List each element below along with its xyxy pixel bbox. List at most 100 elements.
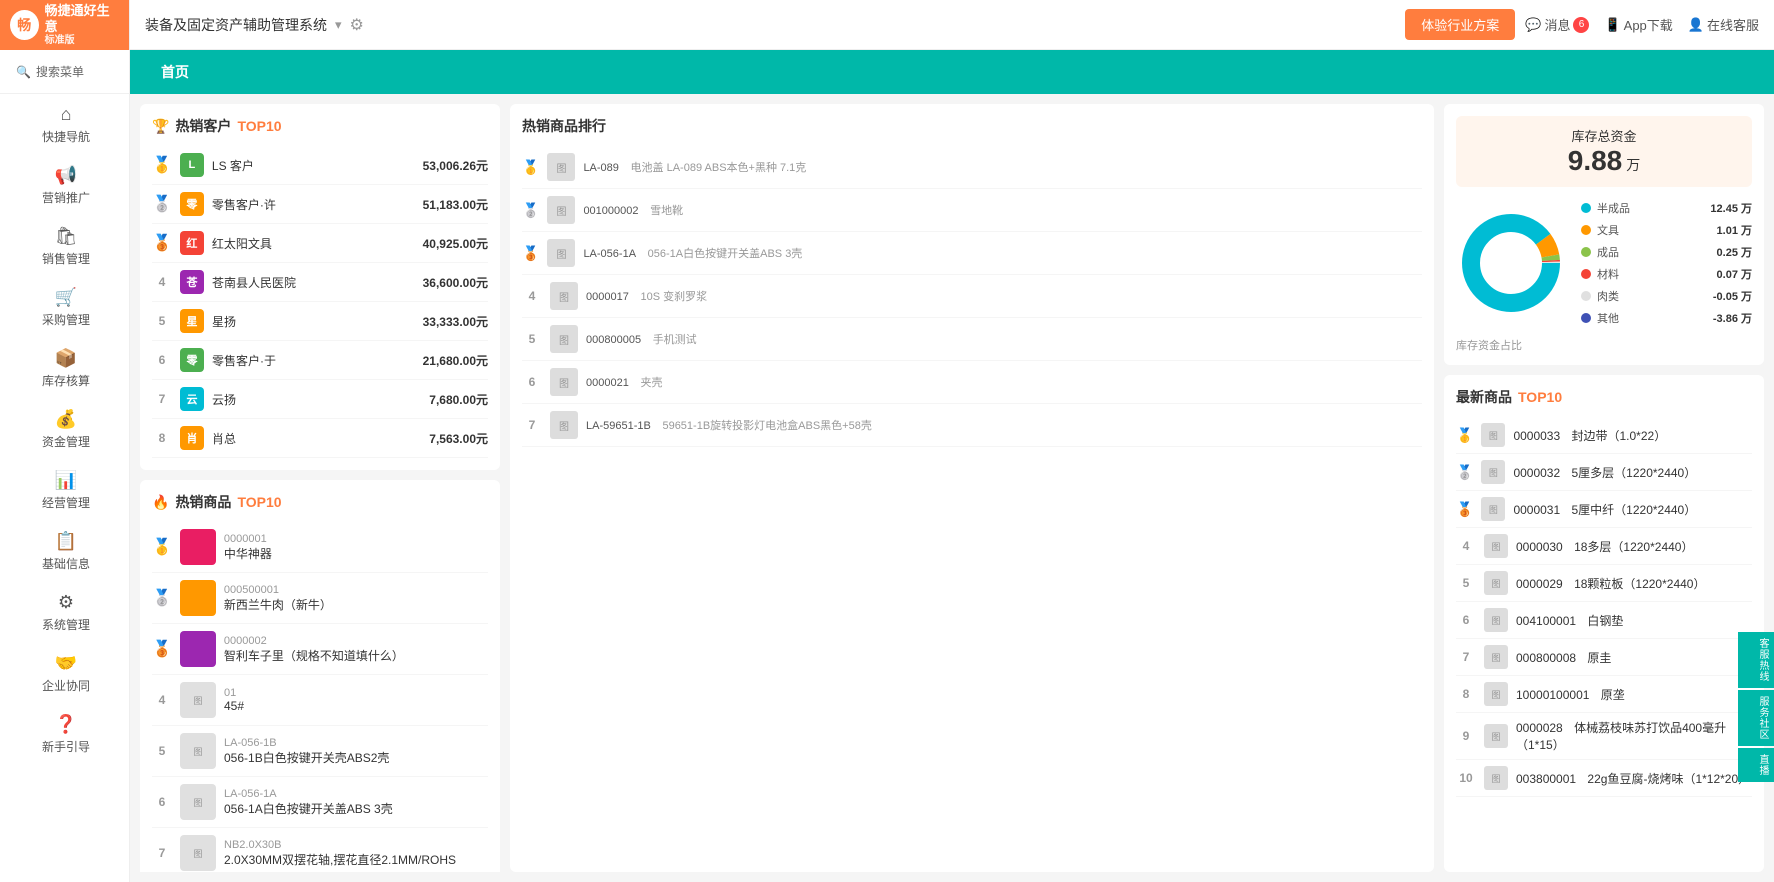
product-name: 原圭	[1587, 651, 1611, 665]
customer-amount: 21,680.00元	[423, 352, 488, 369]
hot-product-item[interactable]: 7 图 NB2.0X30B 2.0X30MM双摆花轴,摆花直径2.1MM/ROH…	[152, 828, 488, 872]
sidebar-item-marketing[interactable]: 📢 营销推广	[0, 155, 129, 216]
mid-product-item[interactable]: 5 图 000800005 手机测试	[522, 318, 1422, 361]
fire-icon: 🔥	[152, 494, 169, 511]
search-menu-button[interactable]: 🔍 搜索菜单	[8, 58, 121, 85]
online-service-button[interactable]: 👤 在线客服	[1688, 15, 1759, 34]
new-product-info: 10000100001 原垄	[1516, 686, 1752, 703]
customer-rank-item[interactable]: 7 云 云扬 7,680.00元	[152, 380, 488, 419]
legend-item: 成品 0.25 万	[1581, 241, 1752, 263]
customer-rank-item[interactable]: 5 星 星扬 33,333.00元	[152, 302, 488, 341]
gear-icon[interactable]: ⚙	[350, 15, 364, 35]
customer-rank-item[interactable]: 4 苍 苍南县人民医院 36,600.00元	[152, 263, 488, 302]
rank-number: 7	[152, 389, 172, 409]
new-product-item[interactable]: 7 图 000800008 原圭	[1456, 639, 1752, 676]
new-product-item[interactable]: 🥉 图 0000031 5厘中纤（1220*2440）	[1456, 491, 1752, 528]
hot-product-item[interactable]: 🥇 0000001 中华神器	[152, 522, 488, 573]
right-column: 库存总资金 9.88 万	[1444, 104, 1764, 872]
sidebar-item-inventory[interactable]: 📦 库存核算	[0, 338, 129, 399]
new-product-info: 0000033 封边带（1.0*22）	[1513, 427, 1752, 444]
mid-product-item[interactable]: 🥇 图 LA-089 电池盖 LA-089 ABS本色+黑种 7.1克	[522, 146, 1422, 189]
sidebar-item-operations[interactable]: 📊 经营管理	[0, 460, 129, 521]
new-product-info: 004100001 白钢垫	[1516, 612, 1752, 629]
product-thumbnail-sm: 图	[550, 368, 578, 396]
mid-product-item[interactable]: 🥈 图 001000002 雪地靴	[522, 189, 1422, 232]
trial-button[interactable]: 体验行业方案	[1405, 9, 1515, 40]
mid-product-item[interactable]: 7 图 LA-59651-1B 59651-1B旋转投影灯电池盒ABS黑色+58…	[522, 404, 1422, 447]
legend-color-dot	[1581, 313, 1591, 323]
product-name: 056-1B白色按键开关壳ABS2壳	[224, 749, 488, 766]
nav-home[interactable]: 首页	[145, 50, 205, 94]
float-button[interactable]: 客服热线	[1738, 632, 1774, 688]
topbar-right: 💬 消息 6 📱 App下载 👤 在线客服	[1525, 15, 1759, 34]
mid-products-card: 热销商品排行 🥇 图 LA-089 电池盖 LA-089 ABS本色+黑种 7.…	[510, 104, 1434, 872]
customer-name: 红太阳文具	[212, 235, 415, 252]
product-desc: 10S 变刹罗浆	[640, 291, 707, 303]
customer-rank-item[interactable]: 6 零 零售客户·于 21,680.00元	[152, 341, 488, 380]
sidebar-item-label: 销售管理	[42, 250, 90, 267]
customer-avatar: L	[180, 153, 204, 177]
inventory-value: 9.88	[1568, 145, 1623, 177]
mid-product-item[interactable]: 🥉 图 LA-056-1A 056-1A白色按键开关盖ABS 3壳	[522, 232, 1422, 275]
sidebar-item-guide[interactable]: ❓ 新手引导	[0, 704, 129, 765]
sidebar-item-purchase[interactable]: 🛒 采购管理	[0, 277, 129, 338]
dropdown-arrow-icon[interactable]: ▾	[335, 17, 342, 33]
sidebar-item-quick-nav[interactable]: ⌂ 快捷导航	[0, 94, 129, 155]
customer-rank-item[interactable]: 🥇 L LS 客户 53,006.26元	[152, 146, 488, 185]
mid-product-item[interactable]: 6 图 0000021 夹壳	[522, 361, 1422, 404]
hot-product-item[interactable]: 6 图 LA-056-1A 056-1A白色按键开关盖ABS 3壳	[152, 777, 488, 828]
sidebar-item-system[interactable]: ⚙ 系统管理	[0, 582, 129, 643]
mid-products-title: 热销商品排行	[522, 116, 1422, 136]
inventory-unit: 万	[1626, 155, 1640, 175]
rank-number: 7	[522, 415, 542, 435]
hot-product-item[interactable]: 🥈 000500001 新西兰牛肉（新牛）	[152, 573, 488, 624]
inventory-legend: 半成品 12.45 万 文具 1.01 万 成品 0.25 万 材料 0.07 …	[1581, 197, 1752, 329]
legend-name: 材料	[1597, 266, 1711, 282]
service-icon: 👤	[1688, 17, 1704, 33]
logo-icon: 畅	[10, 10, 39, 40]
customer-amount: 40,925.00元	[423, 235, 488, 252]
new-product-item[interactable]: 6 图 004100001 白钢垫	[1456, 602, 1752, 639]
app-download-button[interactable]: 📱 App下载	[1604, 15, 1672, 34]
message-button[interactable]: 💬 消息 6	[1525, 15, 1589, 34]
sidebar-item-basic[interactable]: 📋 基础信息	[0, 521, 129, 582]
purchase-icon: 🛒	[55, 287, 77, 308]
product-code: LA-089	[583, 162, 618, 174]
product-code: 0000017	[586, 291, 629, 303]
customer-name: 零售客户·于	[212, 352, 415, 369]
sidebar-logo: 畅 畅捷通好生意 标准版	[0, 0, 129, 50]
legend-name: 其他	[1597, 310, 1707, 326]
product-name: 白钢垫	[1587, 614, 1623, 628]
product-code: 0000002	[224, 635, 488, 647]
new-product-item[interactable]: 8 图 10000100001 原垄	[1456, 676, 1752, 713]
product-thumbnail-sm: 图	[550, 325, 578, 353]
new-product-item[interactable]: 4 图 0000030 18多层（1220*2440）	[1456, 528, 1752, 565]
inventory-total-label: 库存总资金	[1466, 126, 1742, 145]
customer-rank-item[interactable]: 🥈 零 零售客户·许 51,183.00元	[152, 185, 488, 224]
new-product-info: 000800008 原圭	[1516, 649, 1752, 666]
hot-product-item[interactable]: 4 图 01 45#	[152, 675, 488, 726]
product-code: 000800005	[586, 334, 641, 346]
hot-product-item[interactable]: 🥉 0000002 智利车子里（规格不知道填什么）	[152, 624, 488, 675]
rank-number: 7	[1456, 647, 1476, 667]
customer-rank-item[interactable]: 🥉 红 红太阳文具 40,925.00元	[152, 224, 488, 263]
float-button[interactable]: 直播	[1738, 748, 1774, 782]
mid-product-item[interactable]: 4 图 0000017 10S 变刹罗浆	[522, 275, 1422, 318]
new-product-item[interactable]: 5 图 0000029 18颗粒板（1220*2440）	[1456, 565, 1752, 602]
hot-product-item[interactable]: 5 图 LA-056-1B 056-1B白色按键开关壳ABS2壳	[152, 726, 488, 777]
new-product-item[interactable]: 9 图 0000028 体械荔枝味苏打饮品400毫升（1*15）	[1456, 713, 1752, 760]
product-desc: 手机测试	[653, 334, 697, 346]
float-button[interactable]: 服务社区	[1738, 690, 1774, 746]
sidebar-item-finance[interactable]: 💰 资金管理	[0, 399, 129, 460]
product-code: 0000032	[1513, 466, 1560, 480]
customer-rank-item[interactable]: 8 肖 肖总 7,563.00元	[152, 419, 488, 458]
new-product-item[interactable]: 10 图 003800001 22g鱼豆腐-烧烤味（1*12*20）	[1456, 760, 1752, 797]
sidebar-item-sales[interactable]: 🛍 销售管理	[0, 216, 129, 277]
float-buttons: 客服热线服务社区直播	[1738, 632, 1774, 782]
new-product-item[interactable]: 🥈 图 0000032 5厘多层（1220*2440）	[1456, 454, 1752, 491]
rank-number: 5	[1456, 573, 1476, 593]
sidebar-item-label: 企业协同	[42, 677, 90, 694]
sidebar-item-enterprise[interactable]: 🤝 企业协同	[0, 643, 129, 704]
new-product-item[interactable]: 🥇 图 0000033 封边带（1.0*22）	[1456, 417, 1752, 454]
new-product-info: 003800001 22g鱼豆腐-烧烤味（1*12*20）	[1516, 770, 1752, 787]
